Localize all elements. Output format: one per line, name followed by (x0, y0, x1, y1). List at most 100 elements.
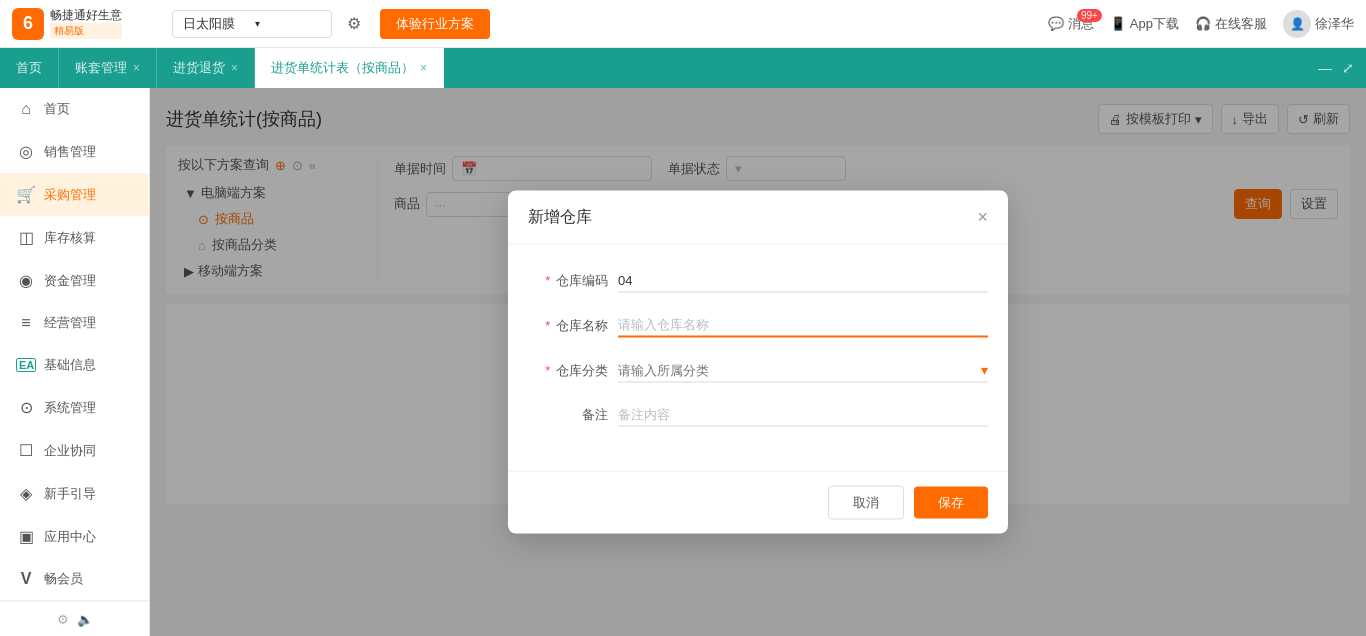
name-label: * 仓库名称 (528, 316, 608, 334)
category-select-wrapper[interactable]: ▾ (618, 358, 988, 383)
operations-icon: ≡ (16, 314, 36, 332)
enterprise-icon: ☐ (16, 441, 36, 460)
basic-info-icon: EA (16, 358, 36, 372)
sidebar-enterprise-label: 企业协同 (44, 442, 96, 460)
tab-account-label: 账套管理 (75, 59, 127, 77)
message-badge: 99+ (1077, 9, 1102, 22)
sidebar-guide-label: 新手引导 (44, 485, 96, 503)
settings-icon[interactable]: ⚙ (338, 8, 370, 40)
sidebar-purchase-label: 采购管理 (44, 186, 96, 204)
store-selector-chevron: ▾ (255, 18, 321, 29)
sidebar-item-system[interactable]: ⊙ 系统管理 (0, 386, 149, 429)
sidebar-system-label: 系统管理 (44, 399, 96, 417)
form-row-name: * 仓库名称 (528, 313, 988, 338)
headset-icon: 🎧 (1195, 16, 1211, 31)
app-download-label: App下载 (1130, 15, 1179, 33)
code-input[interactable] (618, 269, 988, 293)
sidebar-item-purchase[interactable]: 🛒 采购管理 (0, 173, 149, 216)
store-name: 日太阳膜 (183, 15, 249, 33)
tab-purchase-return-close[interactable]: × (231, 61, 238, 75)
dialog-header: 新增仓库 × (508, 191, 1008, 245)
form-row-code: * 仓库编码 (528, 269, 988, 293)
add-warehouse-dialog: 新增仓库 × * 仓库编码 * 仓库名称 (508, 191, 1008, 534)
settings-footer-icon[interactable]: ⚙ (57, 612, 69, 627)
messages-item[interactable]: 💬 消息 99+ (1048, 15, 1094, 33)
category-required-star: * (545, 362, 550, 377)
speaker-footer-icon[interactable]: 🔈 (77, 612, 93, 627)
tab-minimize-icon[interactable]: — (1314, 56, 1336, 80)
guide-icon: ◈ (16, 484, 36, 503)
sidebar-item-apps[interactable]: ▣ 应用中心 (0, 515, 149, 558)
dialog-footer: 取消 保存 (508, 471, 1008, 534)
tab-purchase-stats[interactable]: 进货单统计表（按商品） × (255, 48, 444, 88)
save-button[interactable]: 保存 (914, 487, 988, 519)
sidebar: ⌂ 首页 ◎ 销售管理 🛒 采购管理 ◫ 库存核算 ◉ 资金管理 ≡ 经营管理 … (0, 88, 150, 636)
logo-area: 6 畅捷通好生意 精易版 (12, 8, 162, 40)
inventory-icon: ◫ (16, 228, 36, 247)
store-selector[interactable]: 日太阳膜 ▾ (172, 10, 332, 38)
sidebar-finance-label: 资金管理 (44, 272, 96, 290)
tab-purchase-return[interactable]: 进货退货 × (157, 48, 255, 88)
sidebar-sales-label: 销售管理 (44, 143, 96, 161)
sidebar-item-basic-info[interactable]: EA 基础信息 (0, 344, 149, 386)
tab-account-close[interactable]: × (133, 61, 140, 75)
purchase-icon: 🛒 (16, 185, 36, 204)
name-input[interactable] (618, 313, 988, 338)
sidebar-home-label: 首页 (44, 100, 70, 118)
main-layout: ⌂ 首页 ◎ 销售管理 🛒 采购管理 ◫ 库存核算 ◉ 资金管理 ≡ 经营管理 … (0, 88, 1366, 636)
sidebar-item-guide[interactable]: ◈ 新手引导 (0, 472, 149, 515)
sidebar-item-finance[interactable]: ◉ 资金管理 (0, 259, 149, 302)
tab-purchase-stats-label: 进货单统计表（按商品） (271, 59, 414, 77)
phone-icon: 📱 (1110, 16, 1126, 31)
dialog-body: * 仓库编码 * 仓库名称 * 仓库分类 (508, 245, 1008, 471)
member-icon: V (16, 570, 36, 588)
top-header: 6 畅捷通好生意 精易版 日太阳膜 ▾ ⚙ 体验行业方案 💬 消息 99+ 📱 … (0, 0, 1366, 48)
online-service-label: 在线客服 (1215, 15, 1267, 33)
dialog-title: 新增仓库 (528, 207, 592, 228)
sidebar-item-enterprise[interactable]: ☐ 企业协同 (0, 429, 149, 472)
trial-button[interactable]: 体验行业方案 (380, 9, 490, 39)
system-icon: ⊙ (16, 398, 36, 417)
home-icon: ⌂ (16, 100, 36, 118)
category-input[interactable] (618, 362, 981, 377)
header-right: 💬 消息 99+ 📱 App下载 🎧 在线客服 👤 徐泽华 (1048, 10, 1354, 38)
sidebar-apps-label: 应用中心 (44, 528, 96, 546)
tab-account[interactable]: 账套管理 × (59, 48, 157, 88)
note-label: 备注 (528, 406, 608, 424)
app-download-item[interactable]: 📱 App下载 (1110, 15, 1179, 33)
user-name: 徐泽华 (1315, 15, 1354, 33)
sidebar-footer: ⚙ 🔈 (0, 601, 149, 636)
sidebar-item-home[interactable]: ⌂ 首页 (0, 88, 149, 130)
sidebar-basic-info-label: 基础信息 (44, 356, 96, 374)
finance-icon: ◉ (16, 271, 36, 290)
user-item[interactable]: 👤 徐泽华 (1283, 10, 1354, 38)
sidebar-item-member[interactable]: V 畅会员 (0, 558, 149, 600)
note-input[interactable] (618, 403, 988, 427)
sidebar-inventory-label: 库存核算 (44, 229, 96, 247)
dialog-close-button[interactable]: × (977, 207, 988, 228)
form-row-note: 备注 (528, 403, 988, 427)
sidebar-operations-label: 经营管理 (44, 314, 96, 332)
brand-name: 畅捷通好生意 (50, 8, 122, 24)
cancel-button[interactable]: 取消 (828, 486, 904, 520)
content-area: 进货单统计(按商品) 🖨 按模板打印 ▾ ↓ 导出 ↺ 刷新 (150, 88, 1366, 636)
tab-expand-icon[interactable]: ⤢ (1338, 56, 1358, 80)
online-service-item[interactable]: 🎧 在线客服 (1195, 15, 1267, 33)
category-label: * 仓库分类 (528, 361, 608, 379)
form-row-category: * 仓库分类 ▾ (528, 358, 988, 383)
app-logo-icon: 6 (12, 8, 44, 40)
brand-badge: 精易版 (50, 23, 122, 39)
sidebar-item-operations[interactable]: ≡ 经营管理 (0, 302, 149, 344)
tab-purchase-return-label: 进货退货 (173, 59, 225, 77)
tab-home[interactable]: 首页 (0, 48, 59, 88)
apps-icon: ▣ (16, 527, 36, 546)
message-icon: 💬 (1048, 16, 1064, 31)
code-label: * 仓库编码 (528, 272, 608, 290)
sales-icon: ◎ (16, 142, 36, 161)
sidebar-item-inventory[interactable]: ◫ 库存核算 (0, 216, 149, 259)
code-required-star: * (545, 273, 550, 288)
sidebar-item-sales[interactable]: ◎ 销售管理 (0, 130, 149, 173)
sidebar-member-label: 畅会员 (44, 570, 83, 588)
category-dropdown-arrow[interactable]: ▾ (981, 362, 988, 378)
tab-purchase-stats-close[interactable]: × (420, 61, 427, 75)
